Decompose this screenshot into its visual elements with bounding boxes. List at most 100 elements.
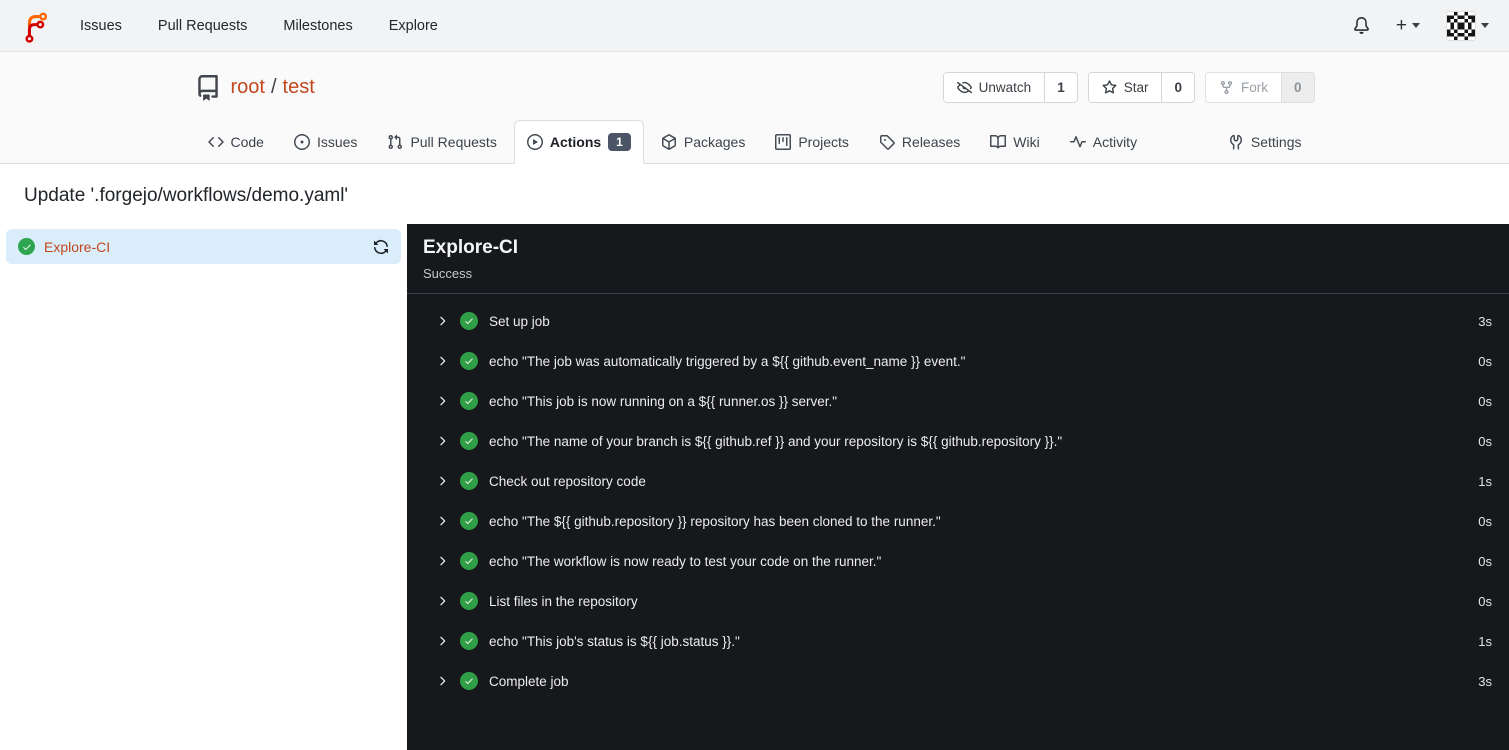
step-name: echo "The ${{ github.repository }} repos… [489, 513, 941, 529]
chevron-right-icon[interactable] [435, 634, 449, 648]
step-name: Set up job [489, 313, 550, 329]
user-menu[interactable] [1446, 10, 1489, 41]
navbar-right: + [1353, 10, 1489, 41]
workflow-run-title: Update '.forgejo/workflows/demo.yaml' [24, 185, 349, 206]
step-duration: 1s [1478, 473, 1492, 489]
success-check-icon [460, 672, 478, 690]
job-item-explore-ci[interactable]: Explore-CI [6, 229, 401, 264]
unwatch-button-group: Unwatch 1 [942, 72, 1078, 103]
unwatch-label: Unwatch [978, 80, 1032, 95]
chevron-right-icon[interactable] [435, 474, 449, 488]
step-row[interactable]: Set up job 3s [407, 301, 1509, 341]
chevron-down-icon [1412, 23, 1420, 28]
star-button[interactable]: Star [1088, 73, 1162, 102]
repo-breadcrumb: root / test [231, 76, 315, 99]
step-row[interactable]: echo "This job's status is ${{ job.statu… [407, 621, 1509, 661]
eye-slash-icon [956, 81, 972, 94]
watchers-count[interactable]: 1 [1044, 73, 1077, 102]
step-row[interactable]: Check out repository code 1s [407, 461, 1509, 501]
job-status-text: Success [423, 266, 473, 281]
tab-projects[interactable]: Projects [762, 120, 862, 163]
chevron-right-icon[interactable] [435, 354, 449, 368]
step-duration: 3s [1478, 673, 1492, 689]
package-icon [661, 133, 676, 150]
repo-name-link[interactable]: test [283, 76, 315, 99]
rerun-sync-icon[interactable] [373, 239, 389, 255]
nav-item-explore[interactable]: Explore [389, 18, 438, 34]
job-name: Explore-CI [44, 238, 111, 255]
tools-icon [1229, 134, 1242, 150]
tab-label: Actions [549, 134, 602, 150]
tab-wiki[interactable]: Wiki [977, 120, 1052, 163]
success-check-icon [18, 238, 35, 255]
step-name: echo "The job was automatically triggere… [489, 353, 966, 369]
step-row[interactable]: List files in the repository 0s [407, 581, 1509, 621]
play-circle-icon [526, 134, 543, 150]
success-check-icon [460, 312, 478, 330]
tab-label: Releases [901, 133, 961, 150]
step-duration: 0s [1478, 553, 1492, 569]
tab-label: Activity [1092, 133, 1138, 150]
project-board-icon [775, 133, 792, 150]
tab-code[interactable]: Code [195, 120, 277, 163]
chevron-right-icon[interactable] [435, 594, 449, 608]
run-layout: Explore-CI Explore-CI Success Set up job… [0, 224, 1509, 750]
chevron-right-icon[interactable] [435, 314, 449, 328]
chevron-right-icon[interactable] [435, 674, 449, 688]
success-check-icon [460, 472, 478, 490]
stars-count[interactable]: 0 [1161, 73, 1194, 102]
git-pull-request-icon [388, 134, 403, 149]
tab-activity[interactable]: Activity [1057, 120, 1150, 163]
pulse-icon [1069, 135, 1086, 147]
tab-pull-requests[interactable]: Pull Requests [374, 120, 509, 163]
repo-header: root / test Unwatch 1 Star 0 Fork 0 Code… [0, 52, 1509, 164]
step-duration: 0s [1478, 513, 1492, 529]
chevron-right-icon[interactable] [435, 434, 449, 448]
step-row[interactable]: echo "The job was automatically triggere… [407, 341, 1509, 381]
repo-title-row: root / test Unwatch 1 Star 0 Fork 0 [195, 52, 1315, 120]
tab-label: Settings [1250, 133, 1302, 150]
step-name: Complete job [489, 673, 569, 689]
chevron-right-icon[interactable] [435, 514, 449, 528]
fork-button[interactable]: Fork [1205, 73, 1281, 102]
tab-settings[interactable]: Settings [1215, 120, 1315, 163]
step-row[interactable]: echo "The workflow is now ready to test … [407, 541, 1509, 581]
tab-issues[interactable]: Issues [281, 120, 370, 163]
chevron-down-icon [1481, 23, 1489, 28]
nav-item-milestones[interactable]: Milestones [283, 18, 352, 34]
notifications-bell-icon[interactable] [1353, 17, 1370, 34]
code-icon [207, 136, 224, 147]
step-duration: 0s [1478, 393, 1492, 409]
forks-count: 0 [1280, 73, 1314, 102]
step-row[interactable]: echo "The name of your branch is ${{ git… [407, 421, 1509, 461]
nav-item-issues[interactable]: Issues [80, 18, 122, 34]
book-icon [990, 134, 1007, 148]
star-icon [1102, 80, 1117, 94]
step-row[interactable]: echo "The ${{ github.repository }} repos… [407, 501, 1509, 541]
tab-actions[interactable]: Actions 1 [513, 120, 644, 164]
job-log-panel: Explore-CI Success Set up job 3s echo "T… [407, 224, 1509, 750]
step-row[interactable]: Complete job 3s [407, 661, 1509, 701]
tab-label: Code [230, 133, 264, 150]
tab-label: Projects [798, 133, 849, 150]
actions-count-badge: 1 [608, 132, 631, 152]
repo-owner-link[interactable]: root [231, 76, 265, 99]
fork-button-group: Fork 0 [1204, 72, 1315, 103]
forgejo-logo-icon[interactable] [20, 9, 54, 43]
tab-releases[interactable]: Releases [866, 120, 973, 163]
step-row[interactable]: echo "This job is now running on a ${{ r… [407, 381, 1509, 421]
chevron-right-icon[interactable] [435, 394, 449, 408]
tab-packages[interactable]: Packages [648, 120, 758, 163]
step-duration: 0s [1478, 433, 1492, 449]
chevron-right-icon[interactable] [435, 554, 449, 568]
nav-item-pull-requests[interactable]: Pull Requests [158, 18, 247, 34]
unwatch-button[interactable]: Unwatch [943, 73, 1045, 102]
navbar-links: Issues Pull Requests Milestones Explore [80, 18, 438, 34]
create-new-menu[interactable]: + [1396, 16, 1420, 35]
star-button-group: Star 0 [1087, 72, 1195, 103]
plus-icon: + [1395, 15, 1407, 36]
success-check-icon [460, 392, 478, 410]
jobs-sidebar: Explore-CI [0, 224, 407, 750]
step-name: echo "The workflow is now ready to test … [489, 553, 882, 569]
tab-label: Wiki [1013, 133, 1040, 150]
